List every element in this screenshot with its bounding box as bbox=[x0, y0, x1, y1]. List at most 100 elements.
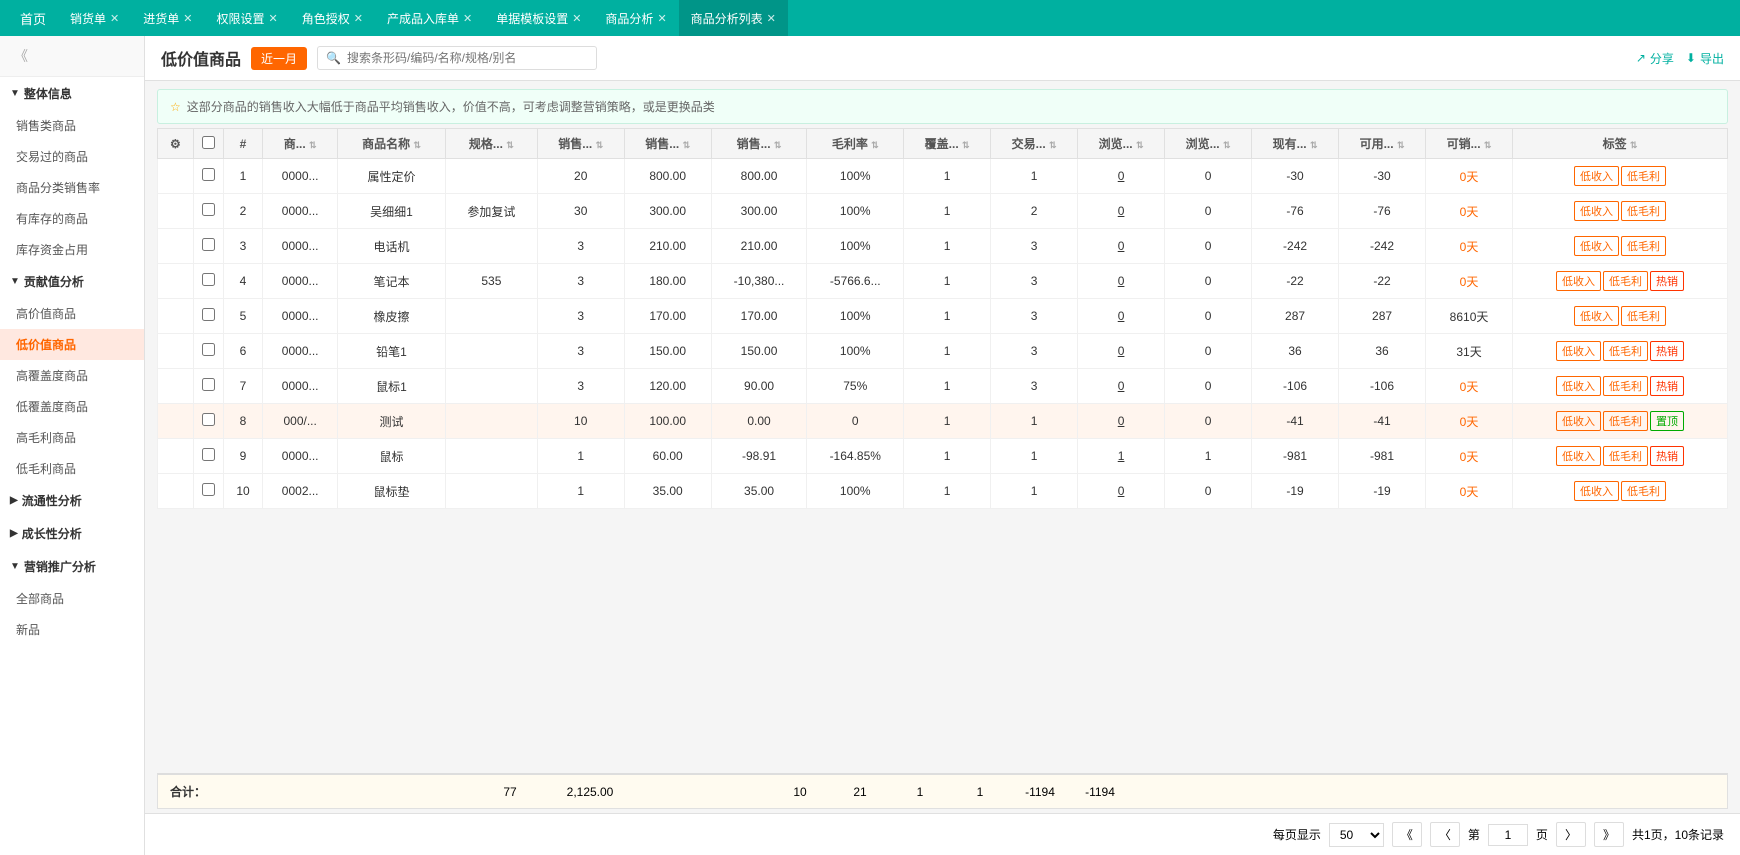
col-margin[interactable]: 毛利率 ⇅ bbox=[807, 129, 904, 159]
view-count-link[interactable]: 1 bbox=[1118, 449, 1125, 463]
col-view1-cell[interactable]: 0 bbox=[1078, 474, 1165, 509]
col-name[interactable]: 商品名称 ⇅ bbox=[338, 129, 446, 159]
nav-close-icon[interactable]: ✕ bbox=[183, 12, 192, 25]
row-checkbox[interactable] bbox=[202, 483, 215, 496]
col-view1-cell[interactable]: 0 bbox=[1078, 264, 1165, 299]
sidebar-item-stocked-goods[interactable]: 有库存的商品 bbox=[0, 203, 144, 234]
row-checkbox[interactable] bbox=[202, 273, 215, 286]
col-checkbox[interactable] bbox=[193, 129, 223, 159]
sidebar-group-growth[interactable]: ▶ 成长性分析 bbox=[0, 517, 144, 550]
nav-purchase-order[interactable]: 进货单 ✕ bbox=[131, 0, 204, 36]
sidebar-item-traded-goods[interactable]: 交易过的商品 bbox=[0, 141, 144, 172]
row-checkbox[interactable] bbox=[202, 168, 215, 181]
col-checkbox-cell[interactable] bbox=[193, 474, 223, 509]
row-checkbox[interactable] bbox=[202, 413, 215, 426]
export-button[interactable]: ⬇ 导出 bbox=[1686, 50, 1724, 67]
col-trade[interactable]: 交易... ⇅ bbox=[991, 129, 1078, 159]
share-button[interactable]: ↗ 分享 bbox=[1636, 50, 1674, 67]
col-stock[interactable]: 现有... ⇅ bbox=[1252, 129, 1339, 159]
view-count-link[interactable]: 0 bbox=[1118, 484, 1125, 498]
col-checkbox-cell[interactable] bbox=[193, 159, 223, 194]
sidebar-item-low-coverage[interactable]: 低覆盖度商品 bbox=[0, 391, 144, 422]
sidebar-group-overall[interactable]: ▼ 整体信息 bbox=[0, 77, 144, 110]
col-tags[interactable]: 标签 ⇅ bbox=[1513, 129, 1728, 159]
sidebar-item-high-value[interactable]: 高价值商品 bbox=[0, 298, 144, 329]
nav-product-analysis[interactable]: 商品分析 ✕ bbox=[593, 0, 678, 36]
sidebar-group-liquidity[interactable]: ▶ 流通性分析 bbox=[0, 484, 144, 517]
col-sales-qty[interactable]: 销售... ⇅ bbox=[537, 129, 624, 159]
col-view1-cell[interactable]: 1 bbox=[1078, 439, 1165, 474]
view-count-link[interactable]: 0 bbox=[1118, 239, 1125, 253]
nav-home[interactable]: 首页 bbox=[8, 0, 58, 36]
row-checkbox[interactable] bbox=[202, 203, 215, 216]
col-sales-amount[interactable]: 销售... ⇅ bbox=[624, 129, 711, 159]
next-page-button[interactable]: 〉 bbox=[1556, 822, 1586, 847]
page-size-select[interactable]: 50 100 200 bbox=[1329, 823, 1384, 847]
nav-product-analysis-list[interactable]: 商品分析列表 ✕ bbox=[679, 0, 788, 36]
view-count-link[interactable]: 0 bbox=[1118, 344, 1125, 358]
nav-permission-setting[interactable]: 权限设置 ✕ bbox=[204, 0, 289, 36]
view-count-link[interactable]: 0 bbox=[1118, 309, 1125, 323]
nav-sales-order[interactable]: 销货单 ✕ bbox=[58, 0, 131, 36]
last-page-button[interactable]: 》 bbox=[1594, 822, 1624, 847]
col-checkbox-cell[interactable] bbox=[193, 439, 223, 474]
col-view1-cell[interactable]: 0 bbox=[1078, 404, 1165, 439]
col-available[interactable]: 可用... ⇅ bbox=[1339, 129, 1426, 159]
sidebar-group-marketing[interactable]: ▼ 营销推广分析 bbox=[0, 550, 144, 583]
nav-close-icon[interactable]: ✕ bbox=[110, 12, 119, 25]
col-checkbox-cell[interactable] bbox=[193, 194, 223, 229]
sidebar-collapse-button[interactable]: 《 bbox=[10, 42, 32, 70]
col-view1-cell[interactable]: 0 bbox=[1078, 334, 1165, 369]
col-view1-cell[interactable]: 0 bbox=[1078, 159, 1165, 194]
col-view1-cell[interactable]: 0 bbox=[1078, 369, 1165, 404]
col-view1-cell[interactable]: 0 bbox=[1078, 299, 1165, 334]
col-saleable[interactable]: 可销... ⇅ bbox=[1426, 129, 1513, 159]
view-count-link[interactable]: 0 bbox=[1118, 379, 1125, 393]
select-all-checkbox[interactable] bbox=[202, 136, 215, 149]
sidebar-item-low-margin[interactable]: 低毛利商品 bbox=[0, 453, 144, 484]
sidebar-item-new-goods[interactable]: 新品 bbox=[0, 614, 144, 645]
col-checkbox-cell[interactable] bbox=[193, 334, 223, 369]
nav-close-icon[interactable]: ✕ bbox=[657, 12, 666, 25]
col-checkbox-cell[interactable] bbox=[193, 264, 223, 299]
col-sales-profit[interactable]: 销售... ⇅ bbox=[711, 129, 807, 159]
nav-product-stock[interactable]: 产成品入库单 ✕ bbox=[375, 0, 484, 36]
nav-close-icon[interactable]: ✕ bbox=[354, 12, 363, 25]
nav-role-auth[interactable]: 角色授权 ✕ bbox=[290, 0, 375, 36]
col-view1-cell[interactable]: 0 bbox=[1078, 229, 1165, 264]
nav-close-icon[interactable]: ✕ bbox=[572, 12, 581, 25]
col-view1[interactable]: 浏览... ⇅ bbox=[1078, 129, 1165, 159]
col-code[interactable]: 商... ⇅ bbox=[263, 129, 338, 159]
col-coverage[interactable]: 覆盖... ⇅ bbox=[904, 129, 991, 159]
row-checkbox[interactable] bbox=[202, 378, 215, 391]
view-count-link[interactable]: 0 bbox=[1118, 169, 1125, 183]
view-count-link[interactable]: 0 bbox=[1118, 414, 1125, 428]
page-number-input[interactable] bbox=[1488, 824, 1528, 846]
filter-period-button[interactable]: 近一月 bbox=[251, 47, 307, 70]
view-count-link[interactable]: 0 bbox=[1118, 274, 1125, 288]
col-checkbox-cell[interactable] bbox=[193, 404, 223, 439]
col-view2[interactable]: 浏览... ⇅ bbox=[1165, 129, 1252, 159]
nav-template-setting[interactable]: 单据模板设置 ✕ bbox=[484, 0, 593, 36]
sidebar-group-contribution[interactable]: ▼ 贡献值分析 bbox=[0, 265, 144, 298]
search-box[interactable]: 🔍 bbox=[317, 46, 597, 70]
prev-page-button[interactable]: 〈 bbox=[1430, 822, 1460, 847]
sidebar-item-all-goods[interactable]: 全部商品 bbox=[0, 583, 144, 614]
nav-close-icon[interactable]: ✕ bbox=[269, 12, 278, 25]
sidebar-item-stock-capital[interactable]: 库存资金占用 bbox=[0, 234, 144, 265]
sidebar-item-high-coverage[interactable]: 高覆盖度商品 bbox=[0, 360, 144, 391]
sidebar-item-high-margin[interactable]: 高毛利商品 bbox=[0, 422, 144, 453]
sidebar-item-sales-goods[interactable]: 销售类商品 bbox=[0, 110, 144, 141]
nav-close-icon[interactable]: ✕ bbox=[767, 12, 776, 25]
first-page-button[interactable]: 《 bbox=[1392, 822, 1422, 847]
col-view1-cell[interactable]: 0 bbox=[1078, 194, 1165, 229]
search-input[interactable] bbox=[347, 51, 588, 65]
row-checkbox[interactable] bbox=[202, 448, 215, 461]
col-spec[interactable]: 规格... ⇅ bbox=[446, 129, 538, 159]
sidebar-item-low-value[interactable]: 低价值商品 bbox=[0, 329, 144, 360]
col-checkbox-cell[interactable] bbox=[193, 229, 223, 264]
col-settings[interactable]: ⚙ bbox=[158, 129, 194, 159]
sidebar-item-category-sales-rate[interactable]: 商品分类销售率 bbox=[0, 172, 144, 203]
view-count-link[interactable]: 0 bbox=[1118, 204, 1125, 218]
row-checkbox[interactable] bbox=[202, 343, 215, 356]
